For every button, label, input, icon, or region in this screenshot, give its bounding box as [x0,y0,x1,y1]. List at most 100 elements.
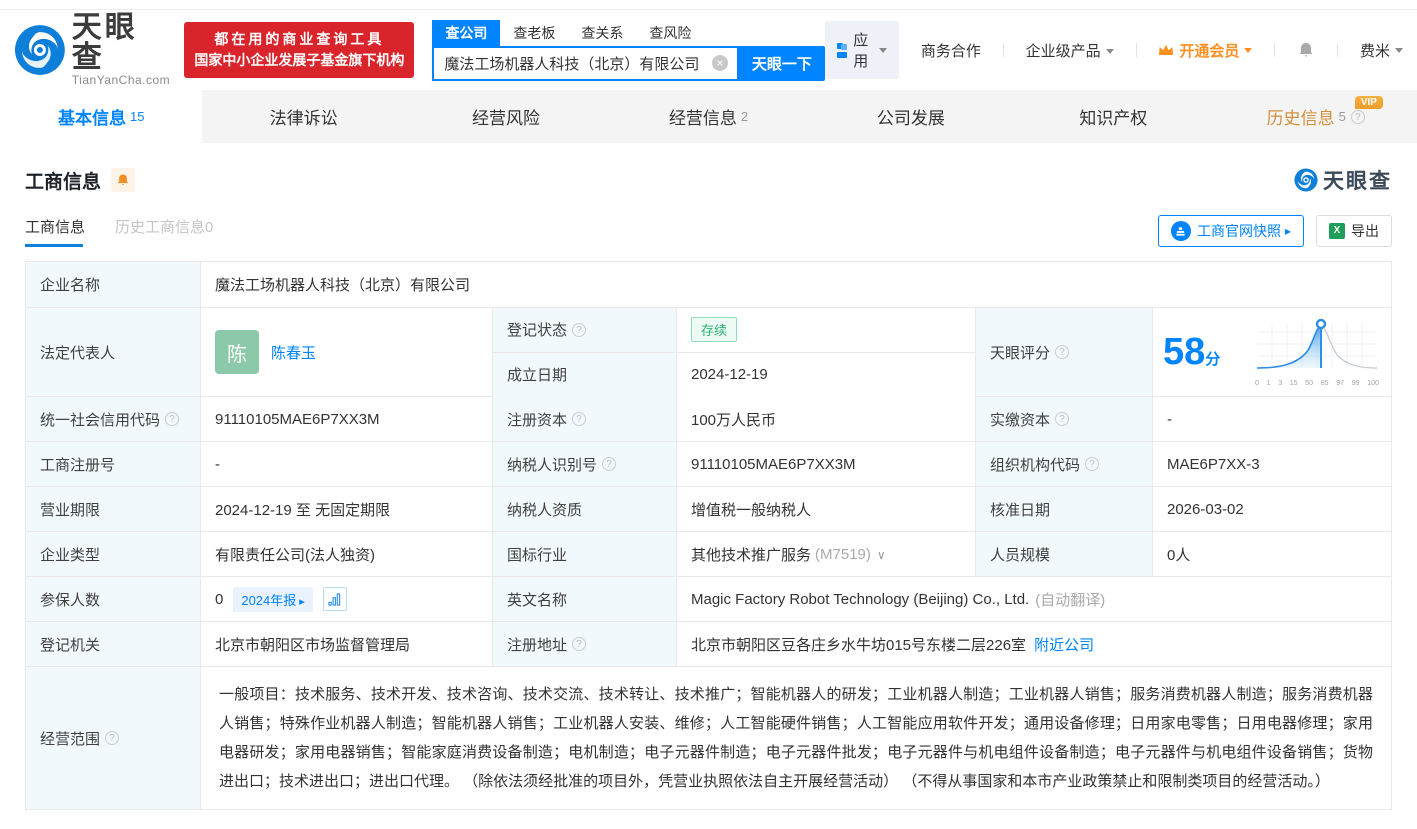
tianyancha-logo-icon [1294,168,1318,192]
tab-label: 经营信息 [668,109,737,128]
logo-text: 天眼查 [71,11,138,74]
label-text: 组织机构代码 [990,456,1081,474]
company-name-label: 企业名称 [26,262,201,308]
tab-operation-info[interactable]: 经营信息 2 [607,90,809,143]
apps-menu[interactable]: 应用 [824,21,899,79]
search-tab-company[interactable]: 查公司 [432,19,501,46]
search-input[interactable] [434,54,712,72]
header: 天眼查 TianYanCha.com 都在用的商业查询工具 国家中小企业发展子基… [0,10,1417,90]
notification-bell-icon[interactable] [1297,41,1315,59]
paid-capital-value: - [1153,397,1392,442]
tab-company-development[interactable]: 公司发展 [810,90,1012,143]
tab-intellectual-property[interactable]: 知识产权 [1012,90,1214,143]
help-icon[interactable] [572,322,587,337]
help-icon[interactable] [165,412,180,426]
top-nav: 应用 商务合作 企业级产品 开通会员 费米 [824,21,1403,79]
clear-icon[interactable] [711,55,728,71]
nav-divider [1337,43,1338,57]
nav-divider [1135,43,1137,57]
excel-icon [1329,223,1345,239]
apps-grid-icon [836,42,848,58]
official-snapshot-button[interactable]: 工商官网快照 [1157,215,1304,247]
business-info-table: 企业名称 魔法工场机器人科技（北京）有限公司 法定代表人 陈 陈春玉 登记状态 … [25,261,1392,810]
org-code-value: MAE6P7XX-3 [1153,442,1392,487]
search-tab-boss[interactable]: 查老板 [500,20,568,46]
label-text: 纳税人识别号 [507,456,598,474]
search-tab-risk[interactable]: 查风险 [636,20,704,46]
section-title: 工商信息 [25,171,102,193]
help-icon[interactable] [1055,412,1070,426]
search-button[interactable]: 天眼一下 [738,45,825,81]
help-icon[interactable] [1055,345,1070,359]
tab-basic-info[interactable]: 基本信息 15 [0,90,203,143]
legal-rep-label: 法定代表人 [26,308,201,397]
label-text: 统一社会信用代码 [40,411,161,429]
search-tab-relation[interactable]: 查关系 [568,20,636,46]
help-icon[interactable] [602,457,617,471]
nearby-companies-link[interactable]: 附近公司 [1034,634,1094,655]
legal-rep-link[interactable]: 陈春玉 [271,342,316,363]
label-text: 实缴资本 [990,411,1051,429]
score-axis-labels: 0 1 3 15 50 85 97 99 100 [1255,379,1379,387]
vip-label: 开通会员 [1179,42,1240,60]
help-icon[interactable] [1350,109,1365,124]
taxpayer-id-value: 91110105MAE6P7XX3M [677,442,976,487]
chevron-down-icon [1244,47,1253,53]
legal-rep-avatar[interactable]: 陈 [215,330,259,374]
paid-capital-label: 实缴资本 [976,397,1153,442]
user-menu[interactable]: 费米 [1360,40,1403,61]
help-icon[interactable] [572,637,587,651]
approval-date-value: 2026-03-02 [1153,487,1392,532]
reg-authority-value: 北京市朝阳区市场监督管理局 [201,622,493,667]
address-text: 北京市朝阳区豆各庄乡水牛坊015号东楼二层226室 [691,636,1027,654]
insured-count-value: 0 2024年报 [201,577,493,622]
tab-operation-risk[interactable]: 经营风险 [405,90,607,143]
subtab-business-info[interactable]: 工商信息 [25,216,85,247]
subscribe-bell-icon[interactable] [111,168,136,192]
tyc-score-value: 58分 0 1 3 15 50 85 97 99 100 [1153,308,1392,397]
english-name-text: Magic Factory Robot Technology (Beijing)… [691,590,1030,608]
biz-scope-value: 一般项目：技术服务、技术开发、技术咨询、技术交流、技术转让、技术推广；智能机器人… [201,667,1392,810]
reg-status-label: 登记状态 [493,308,677,353]
org-code-label: 组织机构代码 [976,442,1153,487]
nav-vip[interactable]: 开通会员 [1158,40,1253,61]
enterprise-label: 企业级产品 [1025,42,1101,60]
export-button[interactable]: 导出 [1316,215,1392,247]
score-number: 58 [1163,331,1206,373]
main-content: 工商信息 天眼查 工商信息 历史工商信息0 工商官网快照 ▸ X 导出 企业名称… [0,165,1417,810]
company-type-value: 有限责任公司(法人独资) [201,532,493,577]
label-text: 经营范围 [40,730,101,748]
nav-cooperation[interactable]: 商务合作 [921,40,981,61]
tab-count: 15 [129,109,145,124]
reg-status-value: 存续 [677,308,976,353]
label-text: 注册地址 [507,636,568,654]
company-type-label: 企业类型 [26,532,201,577]
subtab-history-business-info[interactable]: 历史工商信息0 [115,216,213,247]
reg-capital-value: 100万人民币 [677,397,976,442]
label-text: 天眼评分 [990,344,1051,362]
biz-scope-label: 经营范围 [26,667,201,810]
industry-code: (M7519) [815,545,871,563]
tab-history-info[interactable]: VIP 历史信息 5 [1215,90,1417,143]
credit-code-label: 统一社会信用代码 [26,397,201,442]
company-tabbar: 基本信息 15 法律诉讼 经营风险 经营信息 2 公司发展 知识产权 VIP 历史信… [0,90,1417,143]
help-icon[interactable] [1085,457,1100,471]
nav-enterprise[interactable]: 企业级产品 [1026,40,1114,61]
tianyancha-logo[interactable]: 天眼查 TianYanCha.com [14,13,170,87]
export-label: 导出 [1351,223,1379,239]
label-text: 登记状态 [507,322,568,340]
tyc-score-label: 天眼评分 [976,308,1153,397]
help-icon[interactable] [105,731,120,745]
staff-size-label: 人员规模 [976,532,1153,577]
search-tabs: 查公司 查老板 查关系 查风险 [432,19,825,46]
status-date-subgrid: 登记状态 存续 成立日期 2024-12-19 [493,308,976,397]
help-icon[interactable] [572,412,587,426]
chart-icon[interactable] [322,587,347,611]
reg-address-label: 注册地址 [493,622,677,667]
tab-legal-litigation[interactable]: 法律诉讼 [202,90,404,143]
chevron-down-icon[interactable] [871,546,886,563]
tab-label: 基本信息 [57,109,126,128]
annual-report-badge[interactable]: 2024年报 [233,586,313,612]
tianyancha-logo-icon [14,25,65,75]
nav-divider [1274,43,1276,57]
